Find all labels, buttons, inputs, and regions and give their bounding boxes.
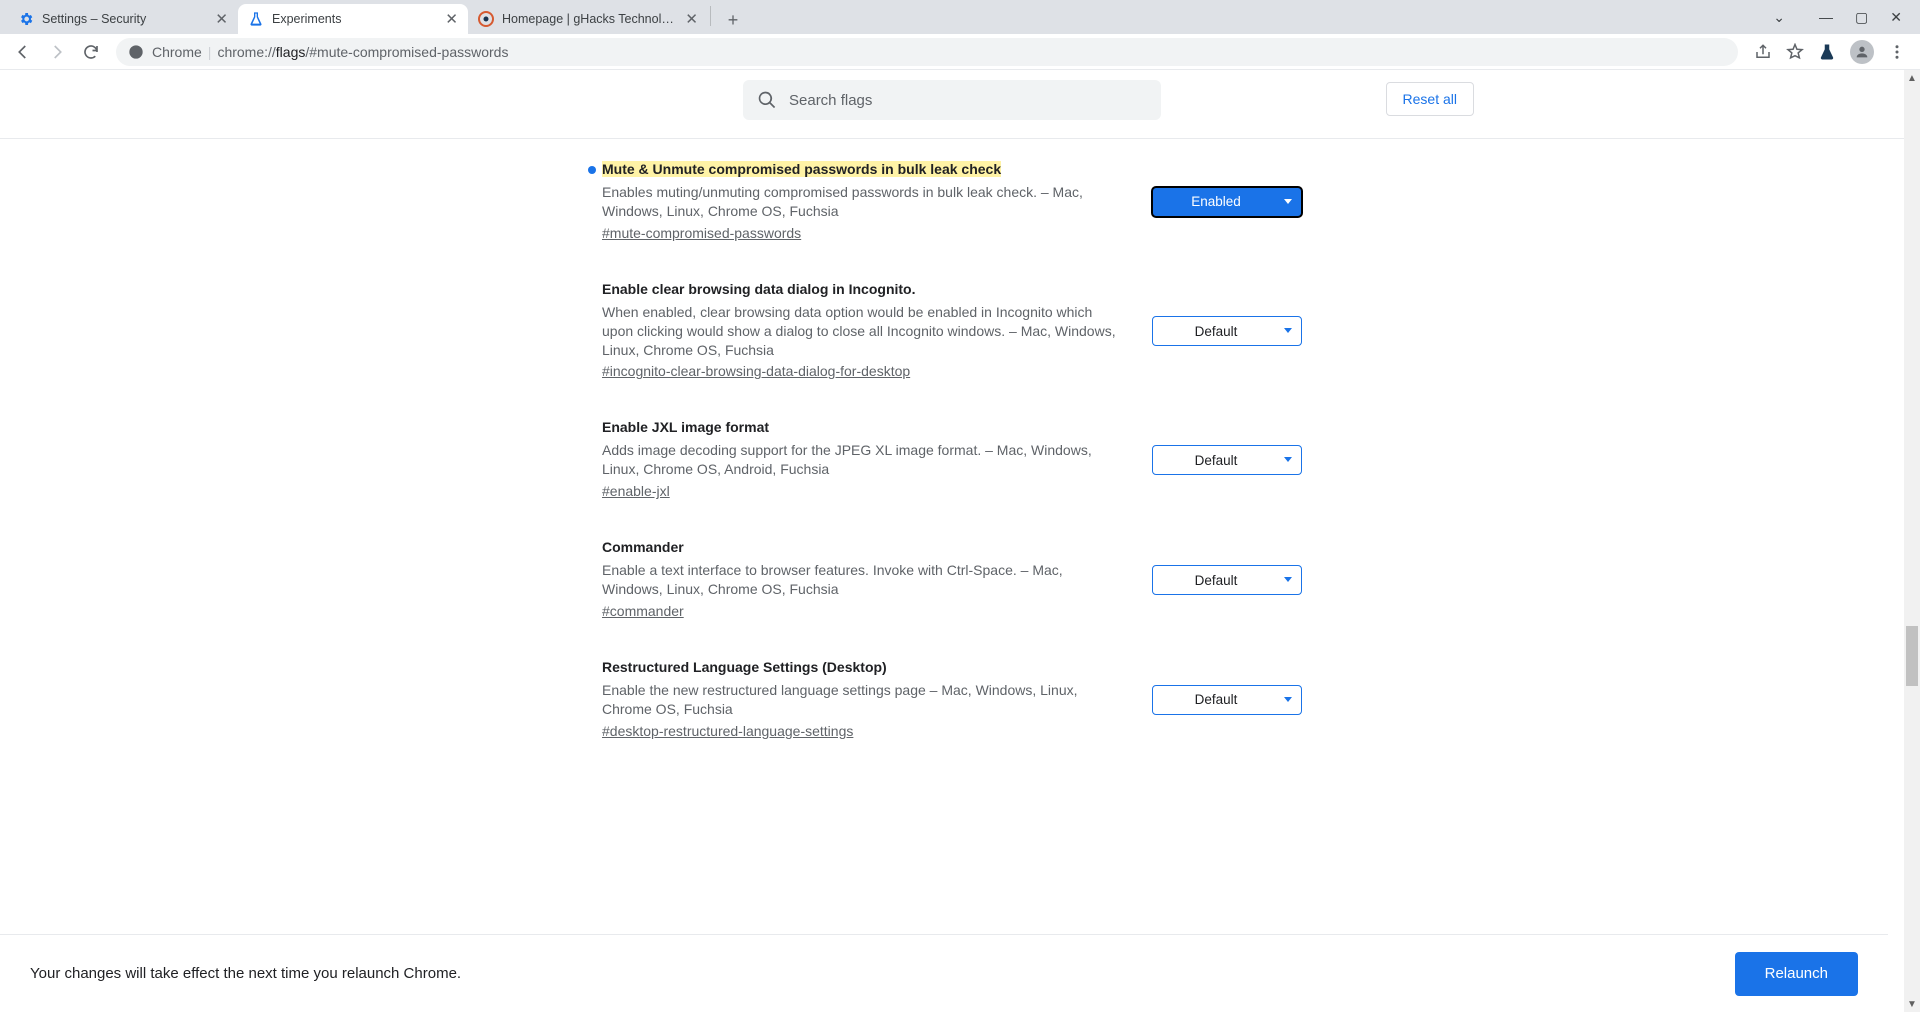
- flag-row: Restructured Language Settings (Desktop)…: [602, 659, 1302, 741]
- search-flags-input[interactable]: Search flags: [743, 80, 1161, 120]
- ghacks-icon: [478, 11, 494, 27]
- forward-button[interactable]: [40, 37, 74, 67]
- tab-title: Settings – Security: [42, 12, 209, 26]
- flag-description: When enabled, clear browsing data option…: [602, 303, 1122, 360]
- flag-hash-link[interactable]: #desktop-restructured-language-settings: [602, 723, 853, 739]
- scroll-up-icon[interactable]: ▲: [1904, 70, 1920, 86]
- relaunch-bar: Your changes will take effect the next t…: [0, 934, 1888, 1012]
- modified-dot-icon: [588, 166, 596, 174]
- flag-row: Mute & Unmute compromised passwords in b…: [602, 161, 1302, 243]
- address-bar[interactable]: Chrome | chrome://flags/#mute-compromise…: [116, 38, 1738, 66]
- tab-separator: [710, 6, 711, 26]
- flag-title: Enable JXL image format: [602, 419, 769, 435]
- bookmark-star-icon[interactable]: [1786, 43, 1804, 61]
- back-button[interactable]: [6, 37, 40, 67]
- flag-select[interactable]: Default: [1152, 316, 1302, 346]
- extension-icon[interactable]: [1818, 43, 1836, 61]
- tab-title: Homepage | gHacks Technology: [502, 12, 679, 26]
- tab-settings-security[interactable]: Settings – Security ✕: [8, 4, 238, 34]
- flag-select[interactable]: Default: [1152, 685, 1302, 715]
- flag-description: Enable the new restructured language set…: [602, 681, 1122, 719]
- flag-select[interactable]: Default: [1152, 565, 1302, 595]
- reset-all-button[interactable]: Reset all: [1386, 82, 1474, 116]
- flag-hash-link[interactable]: #mute-compromised-passwords: [602, 225, 801, 241]
- tab-experiments[interactable]: Experiments ✕: [238, 4, 468, 34]
- relaunch-message: Your changes will take effect the next t…: [30, 965, 461, 982]
- browser-toolbar: Chrome | chrome://flags/#mute-compromise…: [0, 34, 1920, 70]
- flag-row: Enable JXL image format Adds image decod…: [602, 419, 1302, 501]
- tab-ghacks[interactable]: Homepage | gHacks Technology ✕: [468, 4, 708, 34]
- scroll-track[interactable]: [1904, 86, 1920, 996]
- window-controls: ⌄ — ▢ ✕: [1755, 0, 1920, 34]
- flag-hash-link[interactable]: #commander: [602, 603, 684, 619]
- flag-hash-link[interactable]: #enable-jxl: [602, 483, 670, 499]
- flag-title: Restructured Language Settings (Desktop): [602, 659, 887, 675]
- url-scheme: Chrome: [152, 44, 202, 60]
- flag-select[interactable]: Default: [1152, 445, 1302, 475]
- scroll-thumb[interactable]: [1906, 626, 1918, 686]
- flag-title: Mute & Unmute compromised passwords in b…: [602, 161, 1001, 177]
- scroll-down-icon[interactable]: ▼: [1904, 996, 1920, 1012]
- page-viewport: Search flags Reset all Mute & Unmute com…: [0, 70, 1904, 1012]
- minimize-icon[interactable]: —: [1819, 9, 1833, 25]
- share-icon[interactable]: [1754, 43, 1772, 61]
- flag-description: Adds image decoding support for the JPEG…: [602, 441, 1122, 479]
- toolbar-actions: [1746, 40, 1914, 64]
- flag-hash-link[interactable]: #incognito-clear-browsing-data-dialog-fo…: [602, 363, 910, 379]
- flag-title: Enable clear browsing data dialog in Inc…: [602, 281, 915, 297]
- flag-row: Commander Enable a text interface to bro…: [602, 539, 1302, 621]
- url-path-bold: flags: [276, 44, 306, 60]
- flag-description: Enables muting/unmuting compromised pass…: [602, 183, 1122, 221]
- close-window-icon[interactable]: ✕: [1890, 9, 1902, 26]
- search-icon: [757, 90, 777, 110]
- tab-search-icon[interactable]: ⌄: [1773, 9, 1785, 26]
- tab-title: Experiments: [272, 12, 439, 26]
- flag-row: Enable clear browsing data dialog in Inc…: [602, 281, 1302, 382]
- url-host: chrome://: [217, 44, 275, 60]
- profile-avatar[interactable]: [1850, 40, 1874, 64]
- flag-select[interactable]: Enabled: [1152, 187, 1302, 217]
- gear-icon: [18, 11, 34, 27]
- tab-strip: Settings – Security ✕ Experiments ✕ Home…: [0, 0, 1920, 34]
- site-info-icon[interactable]: [128, 44, 144, 60]
- url-path-rest: /#mute-compromised-passwords: [305, 44, 508, 60]
- close-icon[interactable]: ✕: [445, 12, 458, 27]
- new-tab-button[interactable]: +: [719, 6, 747, 34]
- vertical-scrollbar[interactable]: ▲ ▼: [1904, 70, 1920, 1012]
- flag-description: Enable a text interface to browser featu…: [602, 561, 1122, 599]
- maximize-icon[interactable]: ▢: [1855, 9, 1868, 26]
- flag-title: Commander: [602, 539, 684, 555]
- close-icon[interactable]: ✕: [215, 12, 228, 27]
- flask-icon: [248, 11, 264, 27]
- flags-header: Search flags Reset all: [0, 70, 1904, 139]
- close-icon[interactable]: ✕: [685, 12, 698, 27]
- reload-button[interactable]: [74, 37, 108, 67]
- relaunch-button[interactable]: Relaunch: [1735, 952, 1858, 996]
- search-placeholder: Search flags: [789, 92, 872, 109]
- flags-list: Mute & Unmute compromised passwords in b…: [0, 139, 1904, 819]
- kebab-menu-icon[interactable]: [1888, 43, 1906, 61]
